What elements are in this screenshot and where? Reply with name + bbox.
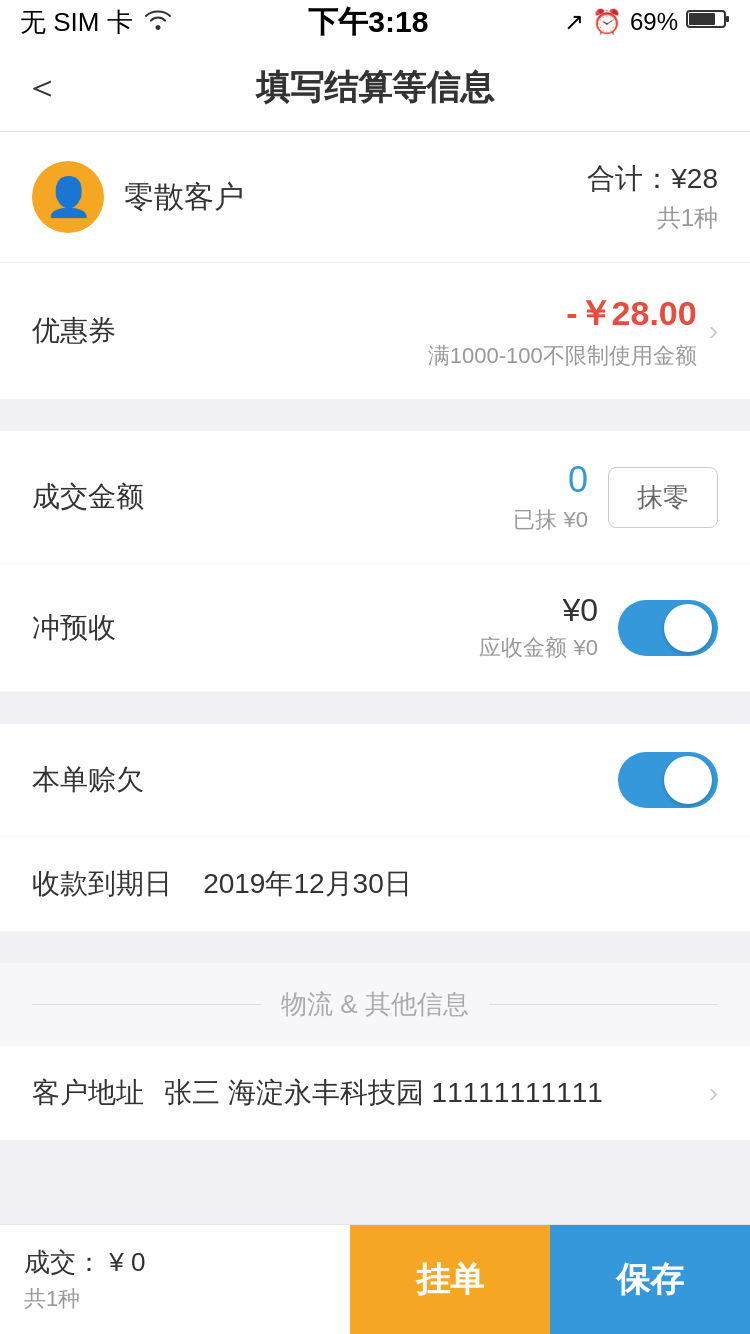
bottom-info: 成交： ¥ 0 共1种 [0, 1225, 350, 1334]
divider-3 [0, 947, 750, 963]
prepay-right: ¥0 应收金额 ¥0 [479, 592, 718, 663]
deal-amount-value: 0 [513, 459, 588, 501]
location-icon: ↗ [564, 8, 584, 36]
hang-button[interactable]: 挂单 [350, 1225, 550, 1334]
prepay-toggle[interactable] [618, 600, 718, 656]
status-right: ↗ ⏰ 69% [564, 8, 730, 36]
bottom-deal-amount: 成交： ¥ 0 [24, 1245, 326, 1280]
battery-text: 69% [630, 8, 678, 36]
divider-2 [0, 708, 750, 724]
bottom-bar: 成交： ¥ 0 共1种 挂单 保存 [0, 1224, 750, 1334]
back-button[interactable]: ＜ [24, 63, 60, 112]
customer-count: 共1种 [587, 202, 718, 234]
prepay-label: 冲预收 [32, 609, 116, 647]
wifi-icon [143, 7, 173, 38]
coupon-right: -￥28.00 满1000-100不限制使用金额 › [428, 291, 718, 371]
customer-total: 合计：¥28 [587, 160, 718, 198]
deal-amount-row: 成交金额 0 已抹 ¥0 抹零 [0, 431, 750, 564]
customer-row: 👤 零散客户 合计：¥28 共1种 [0, 132, 750, 262]
debt-label: 本单赊欠 [32, 761, 144, 799]
prepay-col: ¥0 应收金额 ¥0 [479, 592, 598, 663]
coupon-desc: 满1000-100不限制使用金额 [428, 341, 697, 371]
due-date-prefix: 收款到期日 [32, 868, 172, 899]
debt-toggle[interactable] [618, 752, 718, 808]
status-time: 下午3:18 [308, 2, 428, 43]
logistics-line-left [32, 1004, 261, 1005]
coupon-row[interactable]: 优惠券 -￥28.00 满1000-100不限制使用金额 › [0, 262, 750, 399]
toggle-knob [664, 604, 712, 652]
bottom-deal-label: 成交： [24, 1247, 102, 1277]
due-date-value: 2019年12月30日 [203, 868, 412, 899]
nav-bar: ＜ 填写结算等信息 [0, 44, 750, 132]
due-date-spacer [180, 868, 196, 899]
logistics-line-right [489, 1004, 718, 1005]
customer-left: 👤 零散客户 [32, 161, 244, 233]
customer-name: 零散客户 [124, 177, 244, 218]
avatar: 👤 [32, 161, 104, 233]
svg-rect-2 [726, 16, 729, 22]
deal-amount-sub: 已抹 ¥0 [513, 505, 588, 535]
address-row[interactable]: 客户地址 张三 海淀永丰科技园 11111111111 › [0, 1046, 750, 1140]
due-date-row: 收款到期日 2019年12月30日 [0, 836, 750, 931]
avatar-icon: 👤 [45, 175, 92, 219]
round-button[interactable]: 抹零 [608, 467, 718, 528]
debt-section: 本单赊欠 收款到期日 2019年12月30日 [0, 724, 750, 931]
debt-toggle-row: 本单赊欠 [0, 724, 750, 836]
address-section: 客户地址 张三 海淀永丰科技园 11111111111 › [0, 1046, 750, 1140]
prepay-amount: ¥0 [479, 592, 598, 629]
logistics-header: 物流 & 其他信息 [0, 963, 750, 1046]
save-button[interactable]: 保存 [550, 1225, 750, 1334]
coupon-info: -￥28.00 满1000-100不限制使用金额 [428, 291, 697, 371]
bottom-count: 共1种 [24, 1284, 326, 1314]
address-label: 客户地址 [32, 1074, 144, 1112]
address-chevron: › [709, 1077, 718, 1109]
due-date-label: 收款到期日 2019年12月30日 [32, 868, 412, 899]
coupon-chevron: › [709, 315, 718, 347]
customer-section: 👤 零散客户 合计：¥28 共1种 优惠券 -￥28.00 满1000-100不… [0, 132, 750, 399]
logistics-label: 物流 & 其他信息 [261, 987, 489, 1022]
prepay-sub: 应收金额 ¥0 [479, 633, 598, 663]
battery-icon [686, 8, 730, 36]
customer-right: 合计：¥28 共1种 [587, 160, 718, 234]
deal-section: 成交金额 0 已抹 ¥0 抹零 冲预收 ¥0 应收金额 ¥0 [0, 431, 750, 692]
deal-amount-col: 0 已抹 ¥0 [513, 459, 588, 535]
status-bar: 无 SIM 卡 下午3:18 ↗ ⏰ 69% [0, 0, 750, 44]
coupon-amount: -￥28.00 [428, 291, 697, 337]
prepay-row: 冲预收 ¥0 应收金额 ¥0 [0, 564, 750, 692]
bottom-deal-value: ¥ 0 [109, 1247, 145, 1277]
back-icon: ＜ [24, 66, 60, 107]
address-value: 张三 海淀永丰科技园 11111111111 [164, 1074, 709, 1112]
deal-amount-label: 成交金额 [32, 478, 144, 516]
status-left: 无 SIM 卡 [20, 5, 173, 40]
no-sim-text: 无 SIM 卡 [20, 5, 133, 40]
deal-amount-right: 0 已抹 ¥0 抹零 [513, 459, 718, 535]
alarm-icon: ⏰ [592, 8, 622, 36]
svg-rect-1 [689, 13, 715, 25]
divider-1 [0, 415, 750, 431]
page-title: 填写结算等信息 [256, 65, 494, 111]
debt-toggle-knob [664, 756, 712, 804]
coupon-label: 优惠券 [32, 312, 116, 350]
